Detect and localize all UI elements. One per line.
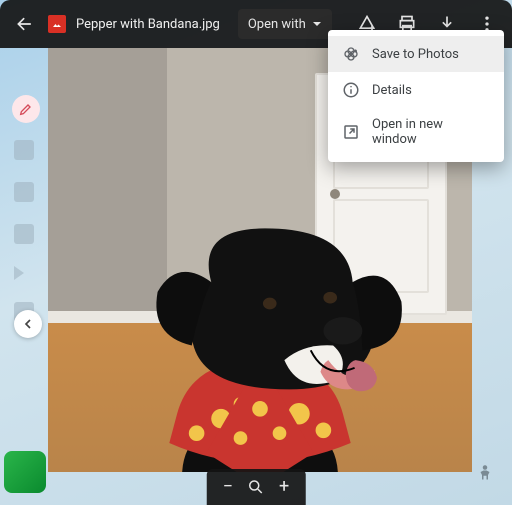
info-icon (342, 81, 360, 99)
menu-item-label: Details (372, 83, 412, 98)
file-type-icon (48, 15, 66, 33)
menu-item-label: Save to Photos (372, 47, 459, 62)
menu-item-open-new-window[interactable]: Open in new window (328, 108, 504, 156)
menu-item-details[interactable]: Details (328, 72, 504, 108)
caret-down-icon (312, 19, 322, 29)
menu-item-save-to-photos[interactable]: Save to Photos (328, 36, 504, 72)
photos-icon (342, 45, 360, 63)
zoom-in-button[interactable]: + (279, 478, 289, 496)
more-actions-menu: Save to Photos Details Open in new windo… (328, 30, 504, 162)
open-external-icon (342, 123, 360, 141)
zoom-reset-icon[interactable] (247, 478, 265, 496)
back-button[interactable] (8, 7, 42, 41)
open-with-dropdown[interactable]: Open with (238, 9, 332, 39)
image-viewer-overlay: Pepper with Bandana.jpg Open with (0, 0, 512, 505)
file-name: Pepper with Bandana.jpg (76, 17, 220, 32)
zoom-out-button[interactable]: − (223, 478, 233, 496)
zoom-toolbar: − + (207, 469, 306, 505)
menu-item-label: Open in new window (372, 117, 490, 147)
open-with-label: Open with (248, 17, 306, 32)
